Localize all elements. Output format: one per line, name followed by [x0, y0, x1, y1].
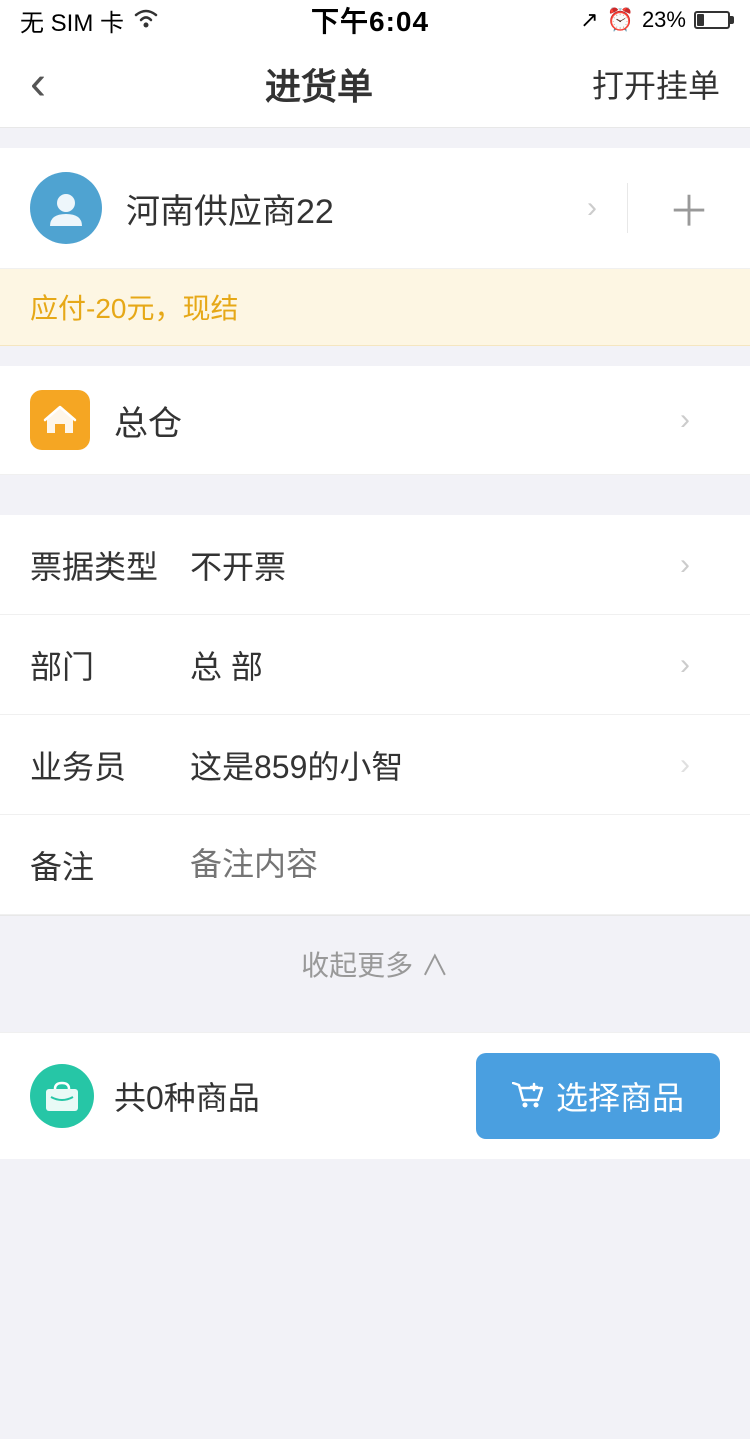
product-icon-wrap: [30, 1064, 94, 1128]
battery-percent: 23%: [642, 7, 686, 33]
notice-text: 应付-20元，现结: [30, 293, 238, 324]
form-section: 票据类型 不开票 › 部门 总 部 › 业务员 这是859的小智 › 备注 收起…: [0, 515, 750, 1012]
department-value: 总 部: [190, 642, 680, 688]
remark-label: 备注: [30, 842, 170, 888]
invoice-label: 票据类型: [30, 542, 170, 588]
salesperson-chevron-icon: ›: [680, 748, 690, 782]
page-title: 进货单: [265, 58, 373, 110]
status-time: 下午6:04: [311, 0, 429, 40]
supplier-avatar: [30, 172, 102, 244]
add-supplier-button[interactable]: ＋: [658, 178, 720, 239]
invoice-chevron-icon: ›: [680, 548, 690, 582]
house-icon: [43, 403, 77, 437]
status-indicators: ↗ ⏰ 23%: [580, 7, 730, 33]
invoice-value: 不开票: [190, 542, 680, 588]
remark-input[interactable]: [190, 846, 720, 883]
vertical-divider: [627, 183, 628, 233]
status-bar: 无 SIM 卡 下午6:04 ↗ ⏰ 23%: [0, 0, 750, 40]
invoice-row[interactable]: 票据类型 不开票 ›: [0, 515, 750, 615]
wifi-icon: [132, 6, 160, 35]
supplier-section: 河南供应商22 › ＋ 应付-20元，现结: [0, 148, 750, 346]
gap-3: [0, 475, 750, 495]
bottom-bar: 共0种商品 选择商品: [0, 1032, 750, 1159]
collapse-label: 收起更多 ∧: [301, 950, 449, 981]
avatar-icon: [46, 188, 86, 228]
select-product-button[interactable]: 选择商品: [476, 1053, 720, 1139]
gap-1: [0, 128, 750, 148]
bag-icon: [43, 1079, 81, 1113]
supplier-chevron-icon: ›: [587, 191, 597, 225]
remark-row[interactable]: 备注: [0, 815, 750, 915]
department-chevron-icon: ›: [680, 648, 690, 682]
department-row[interactable]: 部门 总 部 ›: [0, 615, 750, 715]
alarm-icon: ⏰: [607, 7, 634, 33]
open-pending-button[interactable]: 打开挂单: [592, 61, 720, 107]
location-icon: ↗: [580, 7, 598, 33]
department-label: 部门: [30, 642, 170, 688]
warehouse-section: 总仓 ›: [0, 366, 750, 475]
supplier-row[interactable]: 河南供应商22 › ＋: [0, 148, 750, 269]
status-carrier: 无 SIM 卡: [20, 3, 160, 38]
salesperson-label: 业务员: [30, 742, 170, 788]
warehouse-row[interactable]: 总仓 ›: [0, 366, 750, 475]
warehouse-icon: [30, 390, 90, 450]
back-button[interactable]: ‹: [30, 56, 46, 111]
supplier-name: 河南供应商22: [126, 184, 587, 233]
salesperson-value: 这是859的小智: [190, 742, 680, 788]
gap-2: [0, 346, 750, 366]
warehouse-name: 总仓: [114, 396, 680, 445]
warehouse-chevron-icon: ›: [680, 403, 690, 437]
collapse-button[interactable]: 收起更多 ∧: [0, 915, 750, 1012]
carrier-text: 无 SIM 卡: [20, 3, 124, 38]
notice-banner: 应付-20元，现结: [0, 269, 750, 346]
salesperson-row[interactable]: 业务员 这是859的小智 ›: [0, 715, 750, 815]
battery-icon: [694, 11, 730, 29]
select-product-label: 选择商品: [556, 1073, 684, 1119]
nav-bar: ‹ 进货单 打开挂单: [0, 40, 750, 128]
product-count: 共0种商品: [114, 1073, 476, 1119]
cart-add-icon: [512, 1082, 544, 1110]
page-rest: [0, 1159, 750, 1439]
